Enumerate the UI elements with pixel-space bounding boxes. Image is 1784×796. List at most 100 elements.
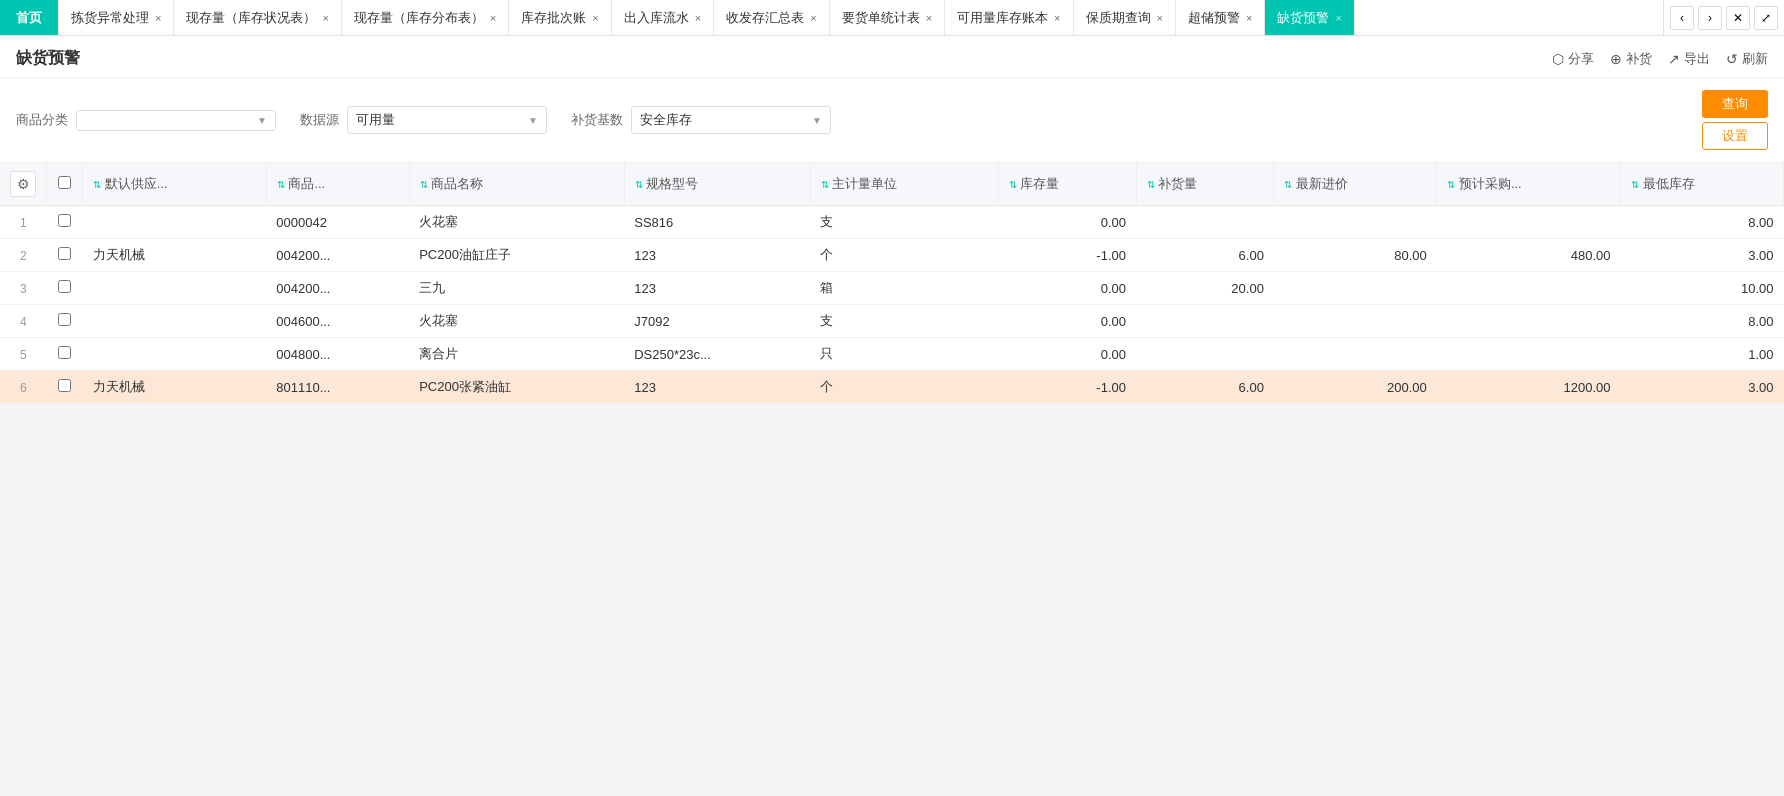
col-estimated-purchase-header: ⇅ 预计采购... xyxy=(1437,163,1621,206)
row-checkbox[interactable] xyxy=(58,346,71,359)
filter-restock-basis-label: 补货基数 xyxy=(571,111,623,129)
row-gear-cell: 3 xyxy=(0,272,47,305)
tab-inout-flow[interactable]: 出入库流水 × xyxy=(612,0,714,35)
tab-demand-stats-close[interactable]: × xyxy=(926,12,932,24)
tab-inventory-dist[interactable]: 现存量（库存分布表） × xyxy=(342,0,509,35)
refresh-button[interactable]: ↺ 刷新 xyxy=(1726,50,1768,68)
row-supplier-cell xyxy=(83,206,267,239)
tab-receive-summary[interactable]: 收发存汇总表 × xyxy=(714,0,829,35)
share-label: 分享 xyxy=(1568,50,1594,68)
table-row: 6 力天机械 801110... PC200张紧油缸 123 个 -1.00 6… xyxy=(0,371,1784,404)
tab-overstock-close[interactable]: × xyxy=(1246,12,1252,24)
row-checkbox[interactable] xyxy=(58,247,71,260)
tab-home[interactable]: 首页 xyxy=(0,0,59,35)
tab-expiry-query-label: 保质期查询 xyxy=(1086,9,1151,27)
tab-receive-summary-label: 收发存汇总表 xyxy=(726,9,804,27)
col-restock-qty-header: ⇅ 补货量 xyxy=(1136,163,1274,206)
tab-overstock[interactable]: 超储预警 × xyxy=(1176,0,1265,35)
row-gear-cell: 1 xyxy=(0,206,47,239)
row-product-name-cell: PC200张紧油缸 xyxy=(409,371,624,404)
tab-close-button[interactable]: ✕ xyxy=(1726,6,1750,30)
tab-available-ledger-close[interactable]: × xyxy=(1054,12,1060,24)
export-button[interactable]: ↗ 导出 xyxy=(1668,50,1710,68)
tab-prev-button[interactable]: ‹ xyxy=(1670,6,1694,30)
tab-inventory-status-close[interactable]: × xyxy=(322,12,328,24)
filter-bar: 商品分类 ▼ 数据源 可用量 ▼ 补货基数 安全库存 ▼ 查询 设置 xyxy=(0,78,1784,163)
row-restock-qty-cell: 6.00 xyxy=(1136,239,1274,272)
filter-datasource-select[interactable]: 可用量 ▼ xyxy=(347,106,547,134)
tab-bar: 首页 拣货异常处理 × 现存量（库存状况表） × 现存量（库存分布表） × 库存… xyxy=(0,0,1784,36)
col-restock-qty-sort-icon: ⇅ xyxy=(1147,179,1155,190)
page-title: 缺货预警 xyxy=(16,48,80,69)
col-min-stock-sort-icon: ⇅ xyxy=(1631,179,1639,190)
row-gear-cell: 2 xyxy=(0,239,47,272)
row-checkbox[interactable] xyxy=(58,214,71,227)
row-product-name-cell: 三九 xyxy=(409,272,624,305)
row-checkbox[interactable] xyxy=(58,379,71,392)
tab-receive-summary-close[interactable]: × xyxy=(810,12,816,24)
tab-batch-account[interactable]: 库存批次账 × xyxy=(509,0,611,35)
col-latest-price-sort-icon: ⇅ xyxy=(1284,179,1292,190)
tab-inventory-status[interactable]: 现存量（库存状况表） × xyxy=(174,0,341,35)
tab-exception[interactable]: 拣货异常处理 × xyxy=(59,0,174,35)
tab-available-ledger-label: 可用量库存账本 xyxy=(957,9,1048,27)
tab-demand-stats[interactable]: 要货单统计表 × xyxy=(830,0,945,35)
col-product-code-header: ⇅ 商品... xyxy=(266,163,409,206)
row-checkbox-cell xyxy=(47,206,83,239)
row-restock-qty-cell: 20.00 xyxy=(1136,272,1274,305)
tab-next-button[interactable]: › xyxy=(1698,6,1722,30)
row-latest-price-cell: 200.00 xyxy=(1274,371,1437,404)
row-product-code-cell: 004200... xyxy=(266,272,409,305)
row-min-stock-cell: 3.00 xyxy=(1621,239,1784,272)
row-checkbox[interactable] xyxy=(58,280,71,293)
tab-inout-flow-label: 出入库流水 xyxy=(624,9,689,27)
col-product-name-header: ⇅ 商品名称 xyxy=(409,163,624,206)
tab-available-ledger[interactable]: 可用量库存账本 × xyxy=(945,0,1073,35)
row-restock-qty-cell: 6.00 xyxy=(1136,371,1274,404)
tab-expand-button[interactable]: ⤢ xyxy=(1754,6,1778,30)
filter-datasource-group: 数据源 可用量 ▼ xyxy=(300,106,547,134)
restock-icon: ⊕ xyxy=(1610,51,1622,67)
tab-shortage-close[interactable]: × xyxy=(1335,12,1341,24)
row-spec-cell: DS250*23c... xyxy=(624,338,810,371)
row-stock-qty-cell: 0.00 xyxy=(998,272,1136,305)
row-estimated-purchase-cell: 1200.00 xyxy=(1437,371,1621,404)
table-row: 3 004200... 三九 123 箱 0.00 20.00 10.00 xyxy=(0,272,1784,305)
tab-batch-account-close[interactable]: × xyxy=(592,12,598,24)
row-unit-cell: 箱 xyxy=(810,272,998,305)
row-product-name-cell: 离合片 xyxy=(409,338,624,371)
query-button[interactable]: 查询 xyxy=(1702,90,1768,118)
settings-button[interactable]: 设置 xyxy=(1702,122,1768,150)
filter-restock-basis-select[interactable]: 安全库存 ▼ xyxy=(631,106,831,134)
row-supplier-cell xyxy=(83,305,267,338)
row-checkbox[interactable] xyxy=(58,313,71,326)
row-product-name-cell: 火花塞 xyxy=(409,305,624,338)
row-gear-cell: 6 xyxy=(0,371,47,404)
col-min-stock-label: 最低库存 xyxy=(1643,176,1695,191)
row-product-name-cell: 火花塞 xyxy=(409,206,624,239)
header-actions: ⬡ 分享 ⊕ 补货 ↗ 导出 ↺ 刷新 xyxy=(1552,50,1768,68)
row-min-stock-cell: 8.00 xyxy=(1621,305,1784,338)
row-stock-qty-cell: 0.00 xyxy=(998,305,1136,338)
tab-expiry-query-close[interactable]: × xyxy=(1157,12,1163,24)
filter-category-select[interactable]: ▼ xyxy=(76,110,276,131)
tab-nav-buttons: ‹ › ✕ ⤢ xyxy=(1663,0,1784,35)
tab-shortage[interactable]: 缺货预警 × xyxy=(1265,0,1354,35)
export-label: 导出 xyxy=(1684,50,1710,68)
gear-settings-button[interactable]: ⚙ xyxy=(10,171,36,197)
tab-inventory-dist-close[interactable]: × xyxy=(490,12,496,24)
col-unit-label: 主计量单位 xyxy=(832,176,897,191)
filter-restock-basis-value: 安全库存 xyxy=(640,111,692,129)
select-all-checkbox[interactable] xyxy=(58,176,71,189)
tab-exception-close[interactable]: × xyxy=(155,12,161,24)
share-button[interactable]: ⬡ 分享 xyxy=(1552,50,1594,68)
tab-expiry-query[interactable]: 保质期查询 × xyxy=(1074,0,1176,35)
filter-datasource-label: 数据源 xyxy=(300,111,339,129)
restock-button[interactable]: ⊕ 补货 xyxy=(1610,50,1652,68)
table-header-row: ⚙ ⇅ 默认供应... ⇅ 商品... ⇅ 商品名称 xyxy=(0,163,1784,206)
row-min-stock-cell: 10.00 xyxy=(1621,272,1784,305)
tab-inout-flow-close[interactable]: × xyxy=(695,12,701,24)
row-gear-cell: 4 xyxy=(0,305,47,338)
row-checkbox-cell xyxy=(47,305,83,338)
row-unit-cell: 支 xyxy=(810,206,998,239)
